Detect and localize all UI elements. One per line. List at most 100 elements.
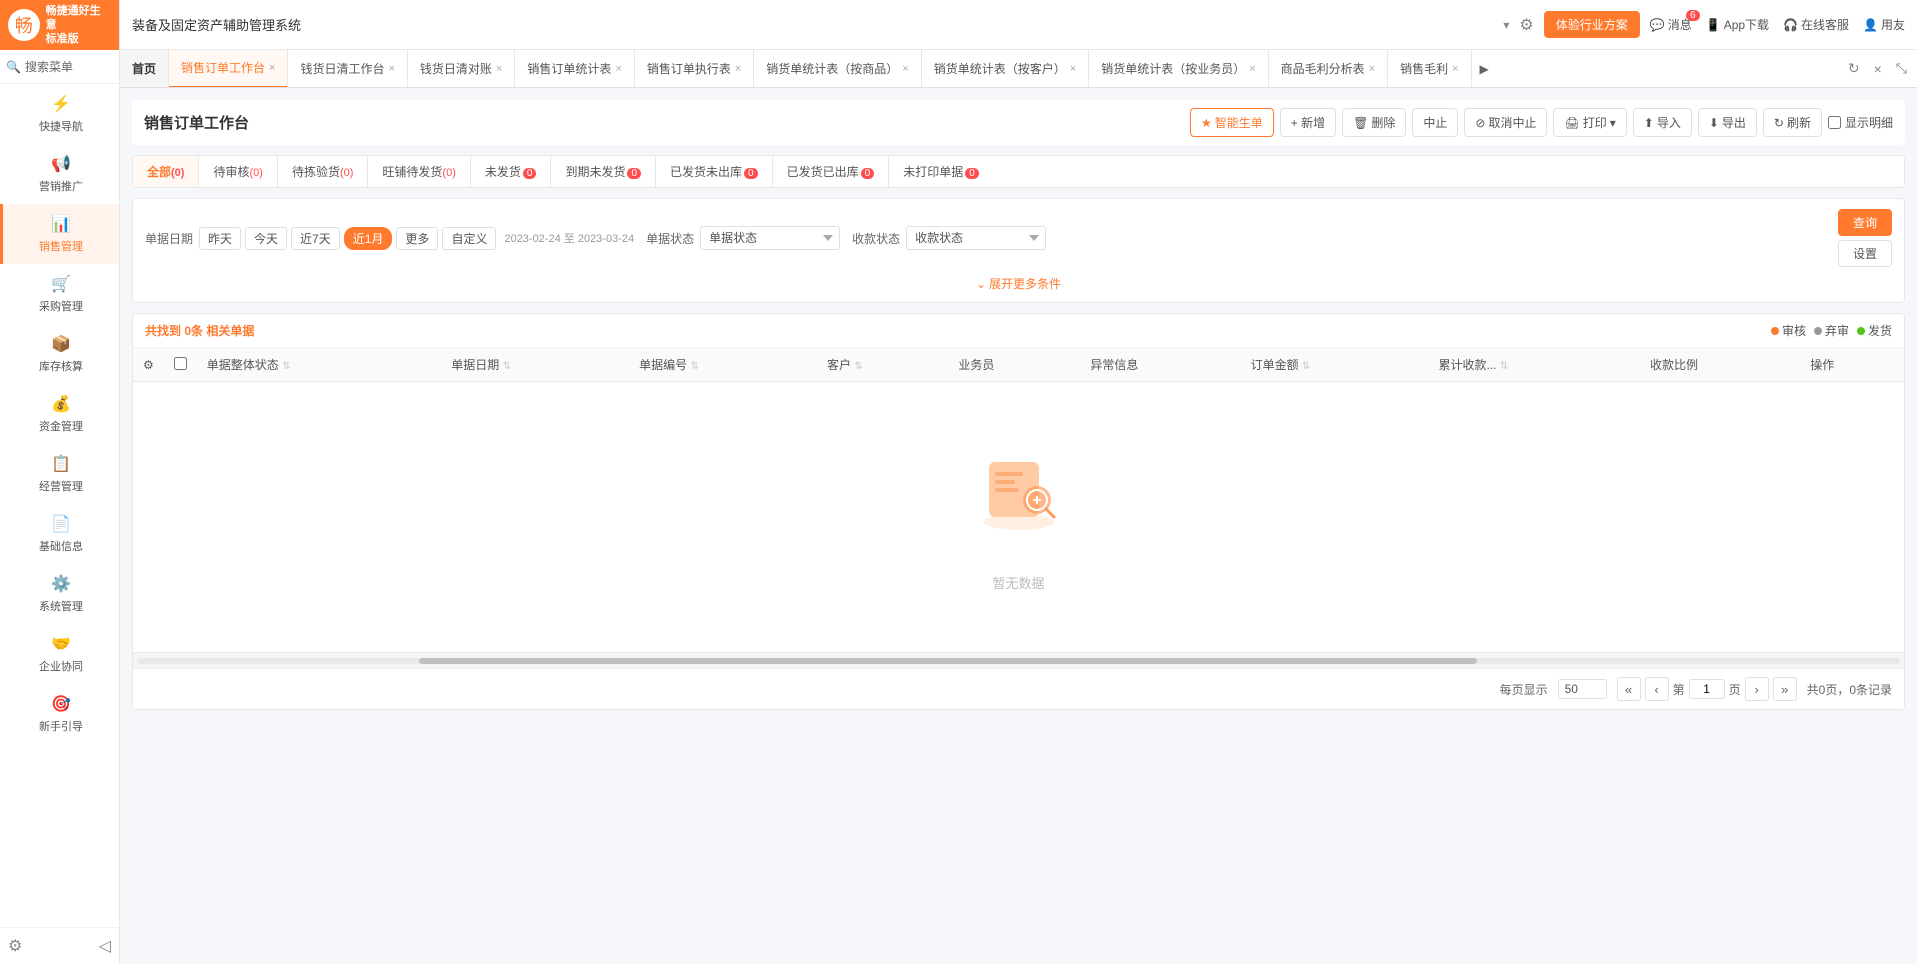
tab-sales-order[interactable]: 销售订单工作台 × — [169, 50, 288, 88]
sub-tab-no-print[interactable]: 未打印单据0 — [889, 156, 993, 187]
tab-sales-by-staff-close[interactable]: × — [1249, 63, 1255, 75]
sidebar-item-inventory[interactable]: 📦 库存核算 — [0, 324, 119, 384]
page-prev-button[interactable]: ‹ — [1645, 677, 1669, 701]
tab-sales-margin[interactable]: 销售毛利 × — [1388, 50, 1471, 88]
message-icon-item[interactable]: 💬 消息 6 — [1650, 16, 1692, 33]
sub-tab-all[interactable]: 全部(0) — [133, 156, 199, 187]
date-btn-7days[interactable]: 近7天 — [291, 227, 340, 250]
tab-sales-by-product-close[interactable]: × — [902, 63, 908, 75]
sort-icon-date[interactable]: ⇅ — [503, 361, 511, 372]
tab-maximize-icon[interactable]: ⤡ — [1892, 58, 1911, 79]
tab-refresh-icon[interactable]: ↻ — [1844, 58, 1864, 79]
tab-sales-by-customer-close[interactable]: × — [1070, 63, 1076, 75]
tab-sales-by-customer[interactable]: 销货单统计表（按客户） × — [922, 50, 1089, 88]
tab-home[interactable]: 首页 — [120, 50, 169, 88]
set-button[interactable]: 设置 — [1838, 240, 1892, 267]
tab-close-all-icon[interactable]: × — [1870, 59, 1886, 79]
sub-tab-wangpu-ship[interactable]: 旺铺待发货(0) — [368, 156, 470, 187]
settings-icon[interactable]: ⚙ — [1519, 15, 1533, 35]
user-item[interactable]: 👤 用友 — [1863, 16, 1905, 33]
sub-tab-pending-inspect[interactable]: 待拣验货(0) — [278, 156, 368, 187]
page-first-button[interactable]: « — [1617, 677, 1641, 701]
add-button[interactable]: + 新增 — [1280, 108, 1336, 137]
suspend-button[interactable]: 中止 — [1412, 108, 1458, 137]
app-download-item[interactable]: 📱 App下载 — [1706, 16, 1769, 33]
review-btn[interactable]: 审核 — [1771, 322, 1806, 339]
industry-solution-button[interactable]: 体验行业方案 — [1544, 11, 1640, 38]
sidebar-item-ops[interactable]: 📋 经营管理 — [0, 444, 119, 504]
import-button[interactable]: ⬆ 导入 — [1633, 108, 1692, 137]
sidebar-item-quicknav[interactable]: ⚡ 快捷导航 — [0, 84, 119, 144]
page-next-button[interactable]: › — [1745, 677, 1769, 701]
tab-reconcile[interactable]: 钱货日清对账 × — [408, 50, 515, 88]
print-button[interactable]: 🖨 打印 ▾ — [1553, 108, 1626, 137]
tab-margin-analysis[interactable]: 商品毛利分析表 × — [1269, 50, 1388, 88]
sub-tab-shipped-out[interactable]: 已发货已出库0 — [773, 156, 890, 187]
sidebar-item-finance[interactable]: 💰 资金管理 — [0, 384, 119, 444]
page-number-input[interactable] — [1689, 679, 1725, 699]
tab-daily-cash-close[interactable]: × — [388, 63, 394, 75]
query-button[interactable]: 查询 — [1838, 209, 1892, 236]
expand-button[interactable]: ⌄ 展开更多条件 — [976, 275, 1061, 292]
col-checkbox[interactable] — [164, 348, 197, 382]
tab-sales-order-close[interactable]: × — [269, 62, 275, 74]
tab-margin-close[interactable]: × — [1369, 63, 1375, 75]
date-btn-custom[interactable]: 自定义 — [442, 227, 496, 250]
sidebar-settings-icon[interactable]: ⚙ — [8, 936, 22, 956]
cancel-suspend-button[interactable]: ⊘ 取消中止 — [1464, 108, 1547, 137]
scrollbar-thumb[interactable] — [419, 658, 1477, 664]
status-select[interactable]: 单据状态 — [700, 226, 840, 250]
show-detail-checkbox[interactable] — [1828, 116, 1841, 129]
smart-create-button[interactable]: ★ 智能生单 — [1190, 108, 1274, 137]
tab-order-exec[interactable]: 销售订单执行表 × — [635, 50, 754, 88]
date-btn-today[interactable]: 今天 — [245, 227, 287, 250]
date-btn-yesterday[interactable]: 昨天 — [199, 227, 241, 250]
delete-button[interactable]: 🗑 删除 — [1342, 108, 1406, 137]
sort-icon-collection[interactable]: ⇅ — [1500, 361, 1508, 372]
date-filter-label: 单据日期 — [145, 230, 193, 247]
ship-btn[interactable]: 发货 — [1857, 322, 1892, 339]
collection-select[interactable]: 收款状态 — [906, 226, 1046, 250]
sidebar-collapse-icon[interactable]: ◁ — [99, 936, 111, 956]
tab-order-stats[interactable]: 销售订单统计表 × — [515, 50, 634, 88]
select-all-checkbox[interactable] — [174, 357, 187, 370]
sort-icon-amount[interactable]: ⇅ — [1302, 361, 1310, 372]
sidebar-item-system[interactable]: ⚙️ 系统管理 — [0, 564, 119, 624]
sub-tab-shipped-no-out[interactable]: 已发货未出库0 — [656, 156, 773, 187]
sort-icon-number[interactable]: ⇅ — [690, 361, 698, 372]
page-size-select[interactable]: 50 20 100 — [1558, 679, 1607, 699]
tab-sales-by-product[interactable]: 销货单统计表（按商品） × — [754, 50, 921, 88]
refresh-button[interactable]: ↻ 刷新 — [1763, 108, 1822, 137]
col-date: 单据日期 ⇅ — [441, 348, 629, 382]
date-btn-1month[interactable]: 近1月 — [344, 227, 393, 250]
sidebar-item-marketing[interactable]: 📢 营销推广 — [0, 144, 119, 204]
export-button[interactable]: ⬇ 导出 — [1698, 108, 1757, 137]
sidebar-item-collab[interactable]: 🤝 企业协同 — [0, 624, 119, 684]
sub-tab-unshipped[interactable]: 未发货0 — [471, 156, 552, 187]
tab-order-stats-close[interactable]: × — [615, 63, 621, 75]
date-btn-more[interactable]: 更多 — [396, 227, 438, 250]
tab-sales-margin-close[interactable]: × — [1452, 63, 1458, 75]
sort-icon-status[interactable]: ⇅ — [282, 361, 290, 372]
show-detail-checkbox-label[interactable]: 显示明细 — [1828, 114, 1893, 131]
tab-order-exec-close[interactable]: × — [735, 63, 741, 75]
sidebar-item-search[interactable]: 🔍 搜索菜单 — [0, 50, 119, 84]
scrollbar-area[interactable] — [133, 652, 1904, 668]
dropdown-arrow-icon[interactable]: ▾ — [1503, 18, 1509, 32]
tab-daily-cash[interactable]: 钱货日清工作台 × — [288, 50, 407, 88]
table-footer: 每页显示 50 20 100 « ‹ 第 页 › » 共0页，0条记录 — [133, 668, 1904, 709]
sidebar-item-sales[interactable]: 📊 销售管理 — [0, 204, 119, 264]
col-settings[interactable]: ⚙ — [133, 348, 164, 382]
online-support-item[interactable]: 🎧 在线客服 — [1783, 16, 1849, 33]
sidebar-item-basics[interactable]: 📄 基础信息 — [0, 504, 119, 564]
page-last-button[interactable]: » — [1773, 677, 1797, 701]
sidebar-item-purchase[interactable]: 🛒 采购管理 — [0, 264, 119, 324]
sort-icon-customer[interactable]: ⇅ — [854, 361, 862, 372]
sidebar-item-newguide[interactable]: 🎯 新手引导 — [0, 684, 119, 744]
tab-reconcile-close[interactable]: × — [496, 63, 502, 75]
tab-more-button[interactable]: ▶ — [1472, 62, 1497, 76]
abandon-review-btn[interactable]: 弃审 — [1814, 322, 1849, 339]
sub-tab-overdue-ship[interactable]: 到期未发货0 — [551, 156, 656, 187]
tab-sales-by-staff[interactable]: 销货单统计表（按业务员） × — [1089, 50, 1268, 88]
sub-tab-pending-review[interactable]: 待审核(0) — [199, 156, 277, 187]
